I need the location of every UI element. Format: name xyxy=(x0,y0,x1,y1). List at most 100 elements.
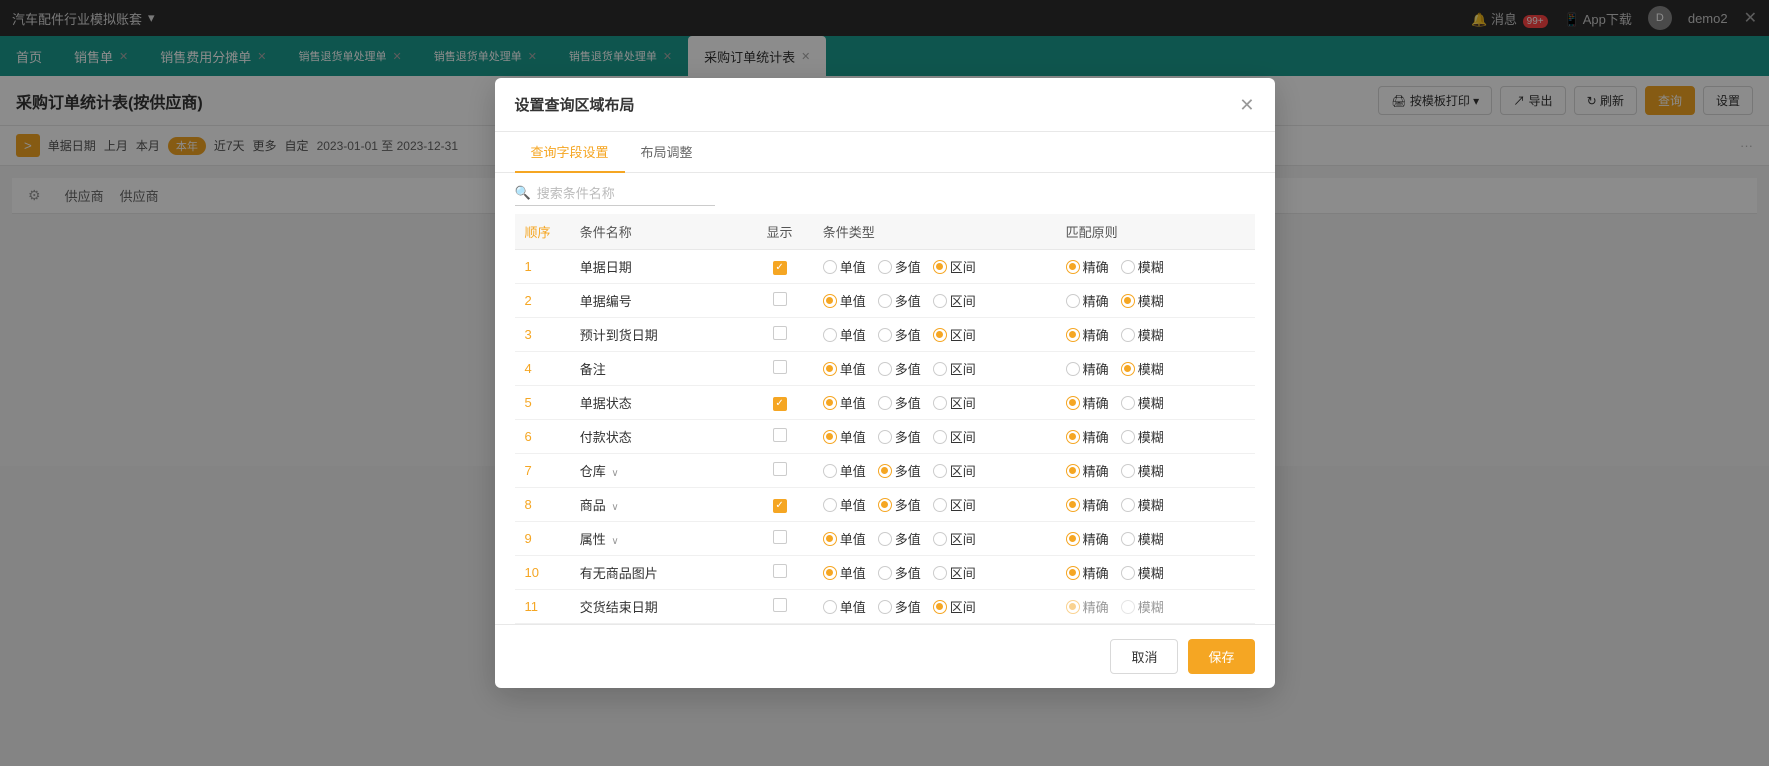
radio-type_single-10[interactable]: 单值 xyxy=(823,597,866,616)
radio-type_single-5[interactable]: 单值 xyxy=(823,427,866,446)
radio-type_single-6[interactable]: 单值 xyxy=(823,461,866,480)
radio-type_range-5[interactable]: 区间 xyxy=(933,427,976,446)
radio-match_fuzzy-5[interactable]: 模糊 xyxy=(1121,427,1164,446)
dropdown-arrow-6[interactable]: ∨ xyxy=(611,468,618,479)
radio-circle-type_multi-7 xyxy=(878,498,892,512)
radio-circle-match_fuzzy-2 xyxy=(1121,328,1135,342)
radio-type_multi-7[interactable]: 多值 xyxy=(878,495,921,514)
radio-circle-type_single-1 xyxy=(823,294,837,308)
radio-type_range-1[interactable]: 区间 xyxy=(933,291,976,310)
radio-match_fuzzy-2[interactable]: 模糊 xyxy=(1121,325,1164,344)
radio-circle-type_range-2 xyxy=(933,328,947,342)
dropdown-arrow-7[interactable]: ∨ xyxy=(611,502,618,513)
radio-type_single-2[interactable]: 单值 xyxy=(823,325,866,344)
radio-match_exact-1[interactable]: 精确 xyxy=(1066,291,1109,310)
radio-type_multi-5[interactable]: 多值 xyxy=(878,427,921,446)
radio-match_exact-3[interactable]: 精确 xyxy=(1066,359,1109,378)
checkbox-show-10[interactable] xyxy=(773,598,787,612)
cell-show-2[interactable] xyxy=(746,318,812,352)
cell-show-10[interactable] xyxy=(746,590,812,624)
radio-match_fuzzy-9[interactable]: 模糊 xyxy=(1121,563,1164,582)
cell-show-7[interactable]: ✓ xyxy=(746,488,812,522)
radio-type_range-3[interactable]: 区间 xyxy=(933,359,976,378)
cell-show-4[interactable]: ✓ xyxy=(746,386,812,420)
radio-type_multi-4[interactable]: 多值 xyxy=(878,393,921,412)
radio-type_multi-6[interactable]: 多值 xyxy=(878,461,921,480)
cell-show-9[interactable] xyxy=(746,556,812,590)
radio-circle-type_single-6 xyxy=(823,464,837,478)
radio-match_fuzzy-4[interactable]: 模糊 xyxy=(1121,393,1164,412)
radio-match_exact-5[interactable]: 精确 xyxy=(1066,427,1109,446)
radio-match_fuzzy-6[interactable]: 模糊 xyxy=(1121,461,1164,480)
dialog-header: 设置查询区域布局 ✕ xyxy=(495,78,1275,132)
radio-match_fuzzy-8[interactable]: 模糊 xyxy=(1121,529,1164,548)
radio-fuzzy-partial-10[interactable]: 模糊 xyxy=(1121,597,1164,616)
save-btn[interactable]: 保存 xyxy=(1188,639,1254,674)
radio-type_multi-3[interactable]: 多值 xyxy=(878,359,921,378)
radio-type_range-9[interactable]: 区间 xyxy=(933,563,976,582)
radio-type_single-8[interactable]: 单值 xyxy=(823,529,866,548)
radio-exact-partial-10[interactable]: 精确 xyxy=(1066,597,1109,616)
cancel-btn[interactable]: 取消 xyxy=(1110,639,1178,674)
radio-type_range-8[interactable]: 区间 xyxy=(933,529,976,548)
tab-layout-adjust[interactable]: 布局调整 xyxy=(625,132,709,173)
radio-type_multi-1[interactable]: 多值 xyxy=(878,291,921,310)
dropdown-arrow-8[interactable]: ∨ xyxy=(611,536,618,547)
radio-type_range-0[interactable]: 区间 xyxy=(933,257,976,276)
checkbox-show-4[interactable]: ✓ xyxy=(773,397,787,411)
checkbox-show-8[interactable] xyxy=(773,530,787,544)
cell-show-0[interactable]: ✓ xyxy=(746,250,812,284)
cell-show-8[interactable] xyxy=(746,522,812,556)
checkbox-show-0[interactable]: ✓ xyxy=(773,261,787,275)
radio-match_fuzzy-3[interactable]: 模糊 xyxy=(1121,359,1164,378)
th-match: 匹配原则 xyxy=(1056,214,1255,250)
radio-type_range-10[interactable]: 区间 xyxy=(933,597,976,616)
cell-match-2: 精确模糊 xyxy=(1056,318,1255,352)
radio-type_range-4[interactable]: 区间 xyxy=(933,393,976,412)
cell-show-6[interactable] xyxy=(746,454,812,488)
radio-match_exact-9[interactable]: 精确 xyxy=(1066,563,1109,582)
radio-circle-type_single-9 xyxy=(823,566,837,580)
radio-type_multi-2[interactable]: 多值 xyxy=(878,325,921,344)
dialog-close-btn[interactable]: ✕ xyxy=(1239,96,1254,114)
checkbox-show-7[interactable]: ✓ xyxy=(773,499,787,513)
radio-type_single-3[interactable]: 单值 xyxy=(823,359,866,378)
radio-match_exact-4[interactable]: 精确 xyxy=(1066,393,1109,412)
checkbox-show-3[interactable] xyxy=(773,360,787,374)
radio-type_single-9[interactable]: 单值 xyxy=(823,563,866,582)
radio-match_fuzzy-0[interactable]: 模糊 xyxy=(1121,257,1164,276)
radio-type_single-0[interactable]: 单值 xyxy=(823,257,866,276)
checkbox-show-6[interactable] xyxy=(773,462,787,476)
radio-type_range-2[interactable]: 区间 xyxy=(933,325,976,344)
checkbox-show-5[interactable] xyxy=(773,428,787,442)
radio-match_exact-7[interactable]: 精确 xyxy=(1066,495,1109,514)
radio-type_range-6[interactable]: 区间 xyxy=(933,461,976,480)
cell-type-9: 单值多值区间 xyxy=(813,556,1056,590)
radio-type_multi-9[interactable]: 多值 xyxy=(878,563,921,582)
cell-name-5: 付款状态 xyxy=(570,420,747,454)
radio-match_exact-0[interactable]: 精确 xyxy=(1066,257,1109,276)
radio-type_single-1[interactable]: 单值 xyxy=(823,291,866,310)
search-input[interactable] xyxy=(537,186,697,201)
cell-show-3[interactable] xyxy=(746,352,812,386)
radio-type_single-4[interactable]: 单值 xyxy=(823,393,866,412)
cell-match-1: 精确模糊 xyxy=(1056,284,1255,318)
radio-type_range-7[interactable]: 区间 xyxy=(933,495,976,514)
radio-type_single-7[interactable]: 单值 xyxy=(823,495,866,514)
radio-circle-match_exact-4 xyxy=(1066,396,1080,410)
radio-match_fuzzy-7[interactable]: 模糊 xyxy=(1121,495,1164,514)
radio-type_multi-0[interactable]: 多值 xyxy=(878,257,921,276)
radio-match_fuzzy-1[interactable]: 模糊 xyxy=(1121,291,1164,310)
cell-show-1[interactable] xyxy=(746,284,812,318)
checkbox-show-9[interactable] xyxy=(773,564,787,578)
checkbox-show-2[interactable] xyxy=(773,326,787,340)
radio-match_exact-2[interactable]: 精确 xyxy=(1066,325,1109,344)
radio-type_multi-10[interactable]: 多值 xyxy=(878,597,921,616)
checkbox-show-1[interactable] xyxy=(773,292,787,306)
tab-query-fields[interactable]: 查询字段设置 xyxy=(515,132,625,173)
cell-show-5[interactable] xyxy=(746,420,812,454)
radio-circle-match_fuzzy-6 xyxy=(1121,464,1135,478)
radio-type_multi-8[interactable]: 多值 xyxy=(878,529,921,548)
radio-match_exact-6[interactable]: 精确 xyxy=(1066,461,1109,480)
radio-match_exact-8[interactable]: 精确 xyxy=(1066,529,1109,548)
